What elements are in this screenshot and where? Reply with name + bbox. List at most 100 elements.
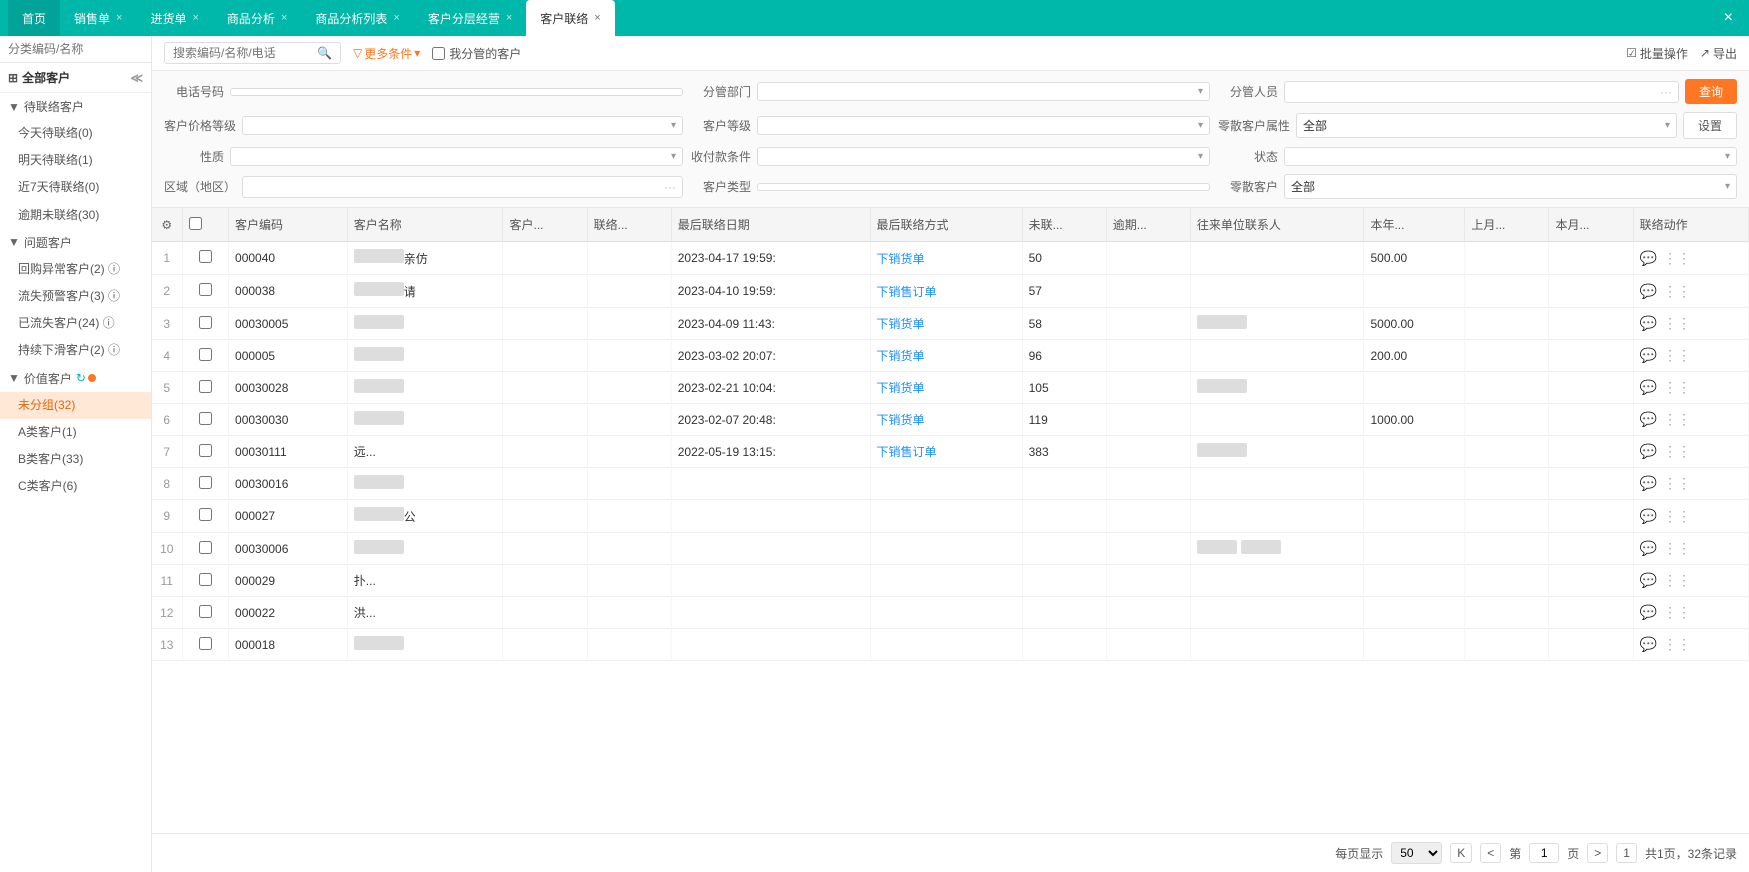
tab-customer-contact[interactable]: 客户联络 × xyxy=(526,0,614,36)
contacts-col-header[interactable]: 往来单位联系人 xyxy=(1190,208,1364,242)
more-action-icon[interactable]: ⋮⋮ xyxy=(1663,540,1691,557)
prev-page-button[interactable]: < xyxy=(1480,843,1501,863)
tab-product-analysis-list-close[interactable]: × xyxy=(393,12,399,24)
tab-product-analysis-close[interactable]: × xyxy=(281,12,287,24)
year-amt-col-header[interactable]: 本年... xyxy=(1364,208,1465,242)
last-contact-method[interactable]: 下销货单 xyxy=(870,340,1022,372)
name-col-header[interactable]: 客户名称 xyxy=(347,208,503,242)
row-checkbox[interactable] xyxy=(199,412,212,425)
region-input[interactable]: ··· xyxy=(242,176,683,198)
retail-attr-input[interactable]: 全部 ▾ xyxy=(1296,113,1677,138)
last-contact-method[interactable]: 下销售订单 xyxy=(870,436,1022,468)
sidebar-item-today-pending[interactable]: 今天待联络(0) xyxy=(0,120,151,147)
price-level-input[interactable]: ▾ xyxy=(242,116,683,135)
bulk-ops-button[interactable]: ☑ 批量操作 xyxy=(1626,45,1688,62)
contact-action-icon[interactable]: 💬 xyxy=(1640,604,1657,621)
tab-customer-segment[interactable]: 客户分层经营 × xyxy=(414,0,526,36)
contact-action-icon[interactable]: 💬 xyxy=(1640,283,1657,300)
row-checkbox[interactable] xyxy=(199,283,212,296)
dept-input[interactable]: ▾ xyxy=(757,82,1210,101)
contact-action-icon[interactable]: 💬 xyxy=(1640,508,1657,525)
contact-action-icon[interactable]: 💬 xyxy=(1640,411,1657,428)
more-action-icon[interactable]: ⋮⋮ xyxy=(1663,250,1691,267)
retail-customer-input[interactable]: 全部 ▾ xyxy=(1284,174,1737,199)
my-customers-checkbox[interactable]: 我分管的客户 xyxy=(432,45,521,62)
more-action-icon[interactable]: ⋮⋮ xyxy=(1663,604,1691,621)
last-contact-method[interactable]: 下销售订单 xyxy=(870,275,1022,308)
more-action-icon[interactable]: ⋮⋮ xyxy=(1663,347,1691,364)
sidebar-item-lost[interactable]: 已流失客户(24) ⓘ xyxy=(0,310,151,337)
query-button[interactable]: 查询 xyxy=(1685,79,1737,104)
sidebar-item-loss-warning[interactable]: 流失预警客户(3) ⓘ xyxy=(0,283,151,310)
sidebar-search-input[interactable] xyxy=(8,42,152,56)
search-icon[interactable]: 🔍 xyxy=(317,46,332,60)
select-all-checkbox[interactable] xyxy=(189,217,202,230)
tab-home[interactable]: 首页 xyxy=(8,0,60,36)
sidebar-item-tomorrow-pending[interactable]: 明天待联络(1) xyxy=(0,147,151,174)
contact-action-icon[interactable]: 💬 xyxy=(1640,540,1657,557)
contact-action-icon[interactable]: 💬 xyxy=(1640,379,1657,396)
contact-col-header[interactable]: 联络... xyxy=(587,208,671,242)
customer-type-input[interactable] xyxy=(757,183,1210,191)
problem-group-title[interactable]: ▼ 问题客户 xyxy=(0,229,151,256)
all-customers-header[interactable]: ⊞ 全部客户 ≪ xyxy=(0,63,151,93)
customer-level-input[interactable]: ▾ xyxy=(757,116,1210,135)
my-customers-check[interactable] xyxy=(432,47,445,60)
tab-sales[interactable]: 销售单 × xyxy=(60,0,136,36)
reset-button[interactable]: 设置 xyxy=(1683,112,1737,139)
tab-product-analysis-list[interactable]: 商品分析列表 × xyxy=(301,0,413,36)
sidebar-item-ungroup[interactable]: 未分组(32) xyxy=(0,392,151,419)
person-input[interactable]: ··· xyxy=(1284,81,1679,103)
row-checkbox[interactable] xyxy=(199,250,212,263)
this-month-col-header[interactable]: 本月... xyxy=(1549,208,1633,242)
value-group-title[interactable]: ▼ 价值客户 ↻ xyxy=(0,365,151,392)
next-page-button[interactable]: > xyxy=(1587,843,1608,863)
per-page-select[interactable]: 50 100 200 xyxy=(1391,842,1442,864)
last-contact-method[interactable] xyxy=(870,468,1022,500)
contact-action-icon[interactable]: 💬 xyxy=(1640,250,1657,267)
phone-input[interactable] xyxy=(230,88,683,96)
last-page-button[interactable]: 1 xyxy=(1616,843,1637,863)
pending-group-title[interactable]: ▼ 待联络客户 xyxy=(0,93,151,120)
export-button[interactable]: ↗ 导出 xyxy=(1700,45,1737,62)
search-input[interactable] xyxy=(173,46,313,60)
more-action-icon[interactable]: ⋮⋮ xyxy=(1663,636,1691,653)
sidebar-item-overdue-pending[interactable]: 逾期未联络(30) xyxy=(0,202,151,229)
payment-input[interactable]: ▾ xyxy=(757,147,1210,166)
row-checkbox[interactable] xyxy=(199,316,212,329)
last-contact-method[interactable]: 下销货单 xyxy=(870,308,1022,340)
last-contact-method[interactable] xyxy=(870,597,1022,629)
tab-product-analysis[interactable]: 商品分析 × xyxy=(213,0,301,36)
region-dots-icon[interactable]: ··· xyxy=(664,180,676,194)
row-checkbox[interactable] xyxy=(199,380,212,393)
row-checkbox[interactable] xyxy=(199,605,212,618)
row-checkbox[interactable] xyxy=(199,444,212,457)
sidebar-collapse-icon[interactable]: ≪ xyxy=(130,71,143,85)
last-contact-method[interactable]: 下销货单 xyxy=(870,404,1022,436)
sidebar-item-declining[interactable]: 持续下滑客户(2) ⓘ xyxy=(0,337,151,364)
window-close-button[interactable]: × xyxy=(1716,9,1741,27)
sidebar-item-repurchase-abnormal[interactable]: 回购异常客户(2) ⓘ xyxy=(0,256,151,283)
last-contact-method[interactable] xyxy=(870,500,1022,533)
contact-action-icon[interactable]: 💬 xyxy=(1640,443,1657,460)
tab-customer-contact-close[interactable]: × xyxy=(594,12,600,24)
page-input[interactable] xyxy=(1529,843,1559,863)
more-action-icon[interactable]: ⋮⋮ xyxy=(1663,283,1691,300)
unlink-col-header[interactable]: 未联... xyxy=(1022,208,1106,242)
nature-input[interactable]: ▾ xyxy=(230,147,683,166)
more-action-icon[interactable]: ⋮⋮ xyxy=(1663,315,1691,332)
more-action-icon[interactable]: ⋮⋮ xyxy=(1663,572,1691,589)
last-contact-method[interactable] xyxy=(870,533,1022,565)
more-action-icon[interactable]: ⋮⋮ xyxy=(1663,379,1691,396)
last-month-col-header[interactable]: 上月... xyxy=(1465,208,1549,242)
code-col-header[interactable]: 客户编码 xyxy=(229,208,348,242)
customer-col-header[interactable]: 客户... xyxy=(503,208,587,242)
status-input[interactable]: ▾ xyxy=(1284,147,1737,166)
tab-purchase-close[interactable]: × xyxy=(192,12,198,24)
tab-sales-close[interactable]: × xyxy=(116,12,122,24)
tab-purchase[interactable]: 进货单 × xyxy=(136,0,212,36)
row-checkbox[interactable] xyxy=(199,508,212,521)
more-conditions-button[interactable]: ▽ 更多条件 ▾ xyxy=(353,45,420,62)
row-checkbox[interactable] xyxy=(199,348,212,361)
overdue-col-header[interactable]: 逾期... xyxy=(1106,208,1190,242)
